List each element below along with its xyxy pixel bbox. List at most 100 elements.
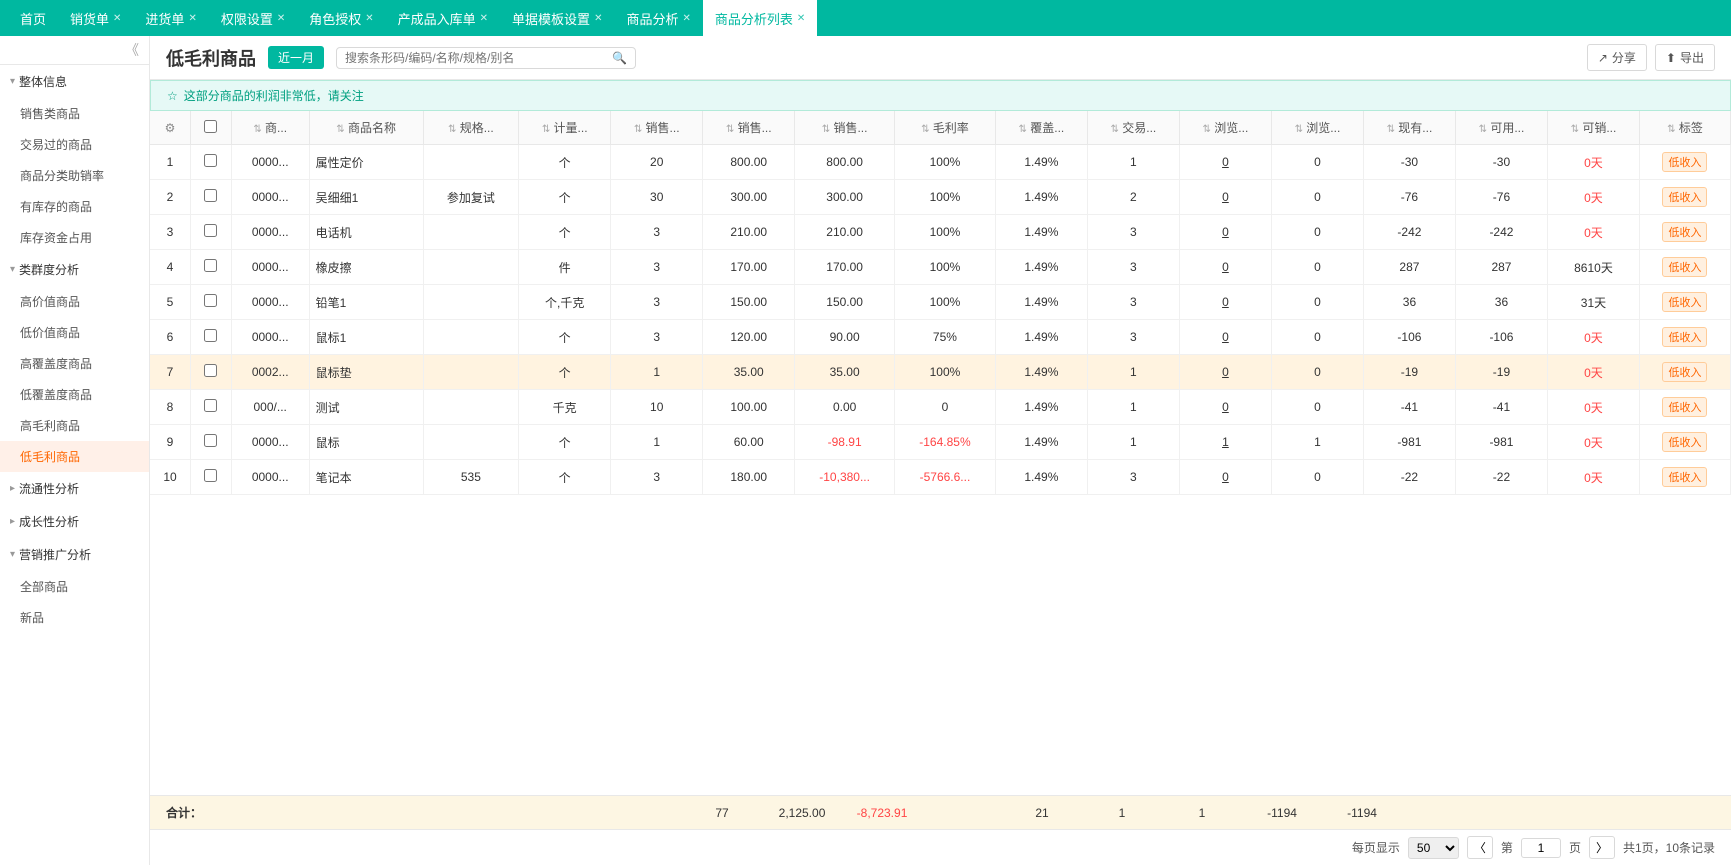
sidebar-item-低毛利商品[interactable]: 低毛利商品 bbox=[0, 441, 149, 472]
sidebar-group-2[interactable]: ▸流通性分析 bbox=[0, 472, 149, 505]
close-icon[interactable]: ✕ bbox=[365, 13, 373, 24]
row-checkbox[interactable] bbox=[204, 224, 217, 237]
cell-checkbox[interactable] bbox=[191, 320, 232, 355]
row-checkbox[interactable] bbox=[204, 364, 217, 377]
col-header-checkbox[interactable] bbox=[191, 111, 232, 145]
close-icon[interactable]: ✕ bbox=[682, 13, 690, 24]
next-page-button[interactable]: 〉 bbox=[1589, 836, 1615, 859]
view-link[interactable]: 0 bbox=[1222, 330, 1229, 344]
row-checkbox[interactable] bbox=[204, 399, 217, 412]
cell-checkbox[interactable] bbox=[191, 250, 232, 285]
col-header-saleable[interactable]: ⇅ 可销... bbox=[1547, 111, 1639, 145]
cell-sale_count: 3 bbox=[611, 285, 703, 320]
search-input[interactable] bbox=[345, 51, 612, 65]
row-checkbox[interactable] bbox=[204, 259, 217, 272]
sidebar-item-低覆盖度商品[interactable]: 低覆盖度商品 bbox=[0, 379, 149, 410]
col-header-spec[interactable]: ⇅ 规格... bbox=[423, 111, 519, 145]
view-link[interactable]: 0 bbox=[1222, 260, 1229, 274]
sidebar-item-有库存的商品[interactable]: 有库存的商品 bbox=[0, 191, 149, 222]
col-header-coverage[interactable]: ⇅ 覆盖... bbox=[995, 111, 1087, 145]
row-checkbox[interactable] bbox=[204, 434, 217, 447]
col-header-code[interactable]: ⇅ 商... bbox=[231, 111, 309, 145]
close-icon[interactable]: ✕ bbox=[594, 13, 602, 24]
cell-spec: 535 bbox=[423, 460, 519, 495]
cell-checkbox[interactable] bbox=[191, 355, 232, 390]
row-checkbox[interactable] bbox=[204, 189, 217, 202]
view-link[interactable]: 1 bbox=[1222, 435, 1229, 449]
view-link[interactable]: 0 bbox=[1222, 365, 1229, 379]
view-link[interactable]: 0 bbox=[1222, 295, 1229, 309]
sidebar-item-全部商品[interactable]: 全部商品 bbox=[0, 571, 149, 602]
sidebar-group-1[interactable]: ▾类群度分析 bbox=[0, 253, 149, 286]
cell-checkbox[interactable] bbox=[191, 390, 232, 425]
col-header-unit[interactable]: ⇅ 计量... bbox=[519, 111, 611, 145]
cell-sale_price: 180.00 bbox=[703, 460, 795, 495]
cell-trade: 3 bbox=[1087, 250, 1179, 285]
close-icon[interactable]: ✕ bbox=[277, 13, 285, 24]
nav-item-权限设置[interactable]: 权限设置✕ bbox=[209, 0, 297, 36]
nav-item-产成品入库单[interactable]: 产成品入库单✕ bbox=[386, 0, 500, 36]
col-header-current[interactable]: ⇅ 现有... bbox=[1363, 111, 1455, 145]
cell-code: 0000... bbox=[231, 250, 309, 285]
cell-current: -19 bbox=[1363, 355, 1455, 390]
col-header-trade[interactable]: ⇅ 交易... bbox=[1087, 111, 1179, 145]
sidebar-item-低价值商品[interactable]: 低价值商品 bbox=[0, 317, 149, 348]
cell-checkbox[interactable] bbox=[191, 215, 232, 250]
col-header-sale_price[interactable]: ⇅ 销售... bbox=[703, 111, 795, 145]
cell-code: 0000... bbox=[231, 460, 309, 495]
row-checkbox[interactable] bbox=[204, 469, 217, 482]
col-header-available[interactable]: ⇅ 可用... bbox=[1455, 111, 1547, 145]
cell-checkbox[interactable] bbox=[191, 425, 232, 460]
nav-item-首页[interactable]: 首页 bbox=[8, 0, 58, 36]
row-checkbox[interactable] bbox=[204, 329, 217, 342]
select-all-checkbox[interactable] bbox=[204, 120, 217, 133]
close-icon[interactable]: ✕ bbox=[797, 13, 805, 24]
nav-item-商品分析列表[interactable]: 商品分析列表✕ bbox=[703, 0, 817, 36]
col-header-sale_amount[interactable]: ⇅ 销售... bbox=[795, 111, 895, 145]
row-checkbox[interactable] bbox=[204, 294, 217, 307]
sidebar-group-0[interactable]: ▾整体信息 bbox=[0, 65, 149, 98]
view-link[interactable]: 0 bbox=[1222, 155, 1229, 169]
nav-item-商品分析[interactable]: 商品分析✕ bbox=[614, 0, 702, 36]
close-icon[interactable]: ✕ bbox=[480, 13, 488, 24]
sidebar-item-交易过的商品[interactable]: 交易过的商品 bbox=[0, 129, 149, 160]
sidebar-item-商品分类助销率[interactable]: 商品分类助销率 bbox=[0, 160, 149, 191]
sidebar-item-库存资金占用[interactable]: 库存资金占用 bbox=[0, 222, 149, 253]
sidebar-item-高毛利商品[interactable]: 高毛利商品 bbox=[0, 410, 149, 441]
view-link[interactable]: 0 bbox=[1222, 400, 1229, 414]
row-checkbox[interactable] bbox=[204, 154, 217, 167]
col-header-settings[interactable]: ⚙ bbox=[150, 111, 191, 145]
col-header-tag[interactable]: ⇅ 标签 bbox=[1639, 111, 1730, 145]
view-link[interactable]: 0 bbox=[1222, 190, 1229, 204]
share-button[interactable]: ↗分享 bbox=[1587, 44, 1647, 71]
sidebar-group-4[interactable]: ▾营销推广分析 bbox=[0, 538, 149, 571]
nav-item-进货单[interactable]: 进货单✕ bbox=[133, 0, 208, 36]
close-icon[interactable]: ✕ bbox=[188, 13, 196, 24]
cell-checkbox[interactable] bbox=[191, 285, 232, 320]
page-size-select[interactable]: 50 100 bbox=[1408, 837, 1459, 859]
filter-recent-month-button[interactable]: 近一月 bbox=[268, 46, 324, 69]
prev-page-button[interactable]: 〈 bbox=[1467, 836, 1493, 859]
page-number-input[interactable] bbox=[1521, 838, 1561, 858]
cell-checkbox[interactable] bbox=[191, 460, 232, 495]
nav-item-销货单[interactable]: 销货单✕ bbox=[58, 0, 133, 36]
col-header-gross_margin[interactable]: ⇅ 毛利率 bbox=[895, 111, 996, 145]
sidebar-item-销售类商品[interactable]: 销售类商品 bbox=[0, 98, 149, 129]
col-header-view1[interactable]: ⇅ 浏览... bbox=[1179, 111, 1271, 145]
col-header-view2[interactable]: ⇅ 浏览... bbox=[1271, 111, 1363, 145]
col-header-name[interactable]: ⇅ 商品名称 bbox=[309, 111, 423, 145]
col-header-sale_count[interactable]: ⇅ 销售... bbox=[611, 111, 703, 145]
sidebar-group-3[interactable]: ▸成长性分析 bbox=[0, 505, 149, 538]
close-icon[interactable]: ✕ bbox=[113, 13, 121, 24]
cell-checkbox[interactable] bbox=[191, 145, 232, 180]
sidebar-item-高价值商品[interactable]: 高价值商品 bbox=[0, 286, 149, 317]
nav-item-角色授权[interactable]: 角色授权✕ bbox=[297, 0, 385, 36]
sidebar-item-高覆盖度商品[interactable]: 高覆盖度商品 bbox=[0, 348, 149, 379]
cell-checkbox[interactable] bbox=[191, 180, 232, 215]
view-link[interactable]: 0 bbox=[1222, 225, 1229, 239]
sidebar-item-新品[interactable]: 新品 bbox=[0, 602, 149, 633]
export-button[interactable]: ⬆导出 bbox=[1655, 44, 1715, 71]
view-link[interactable]: 0 bbox=[1222, 470, 1229, 484]
nav-item-单据模板设置[interactable]: 单据模板设置✕ bbox=[500, 0, 614, 36]
sidebar-collapse-button[interactable]: 《 bbox=[121, 40, 143, 60]
